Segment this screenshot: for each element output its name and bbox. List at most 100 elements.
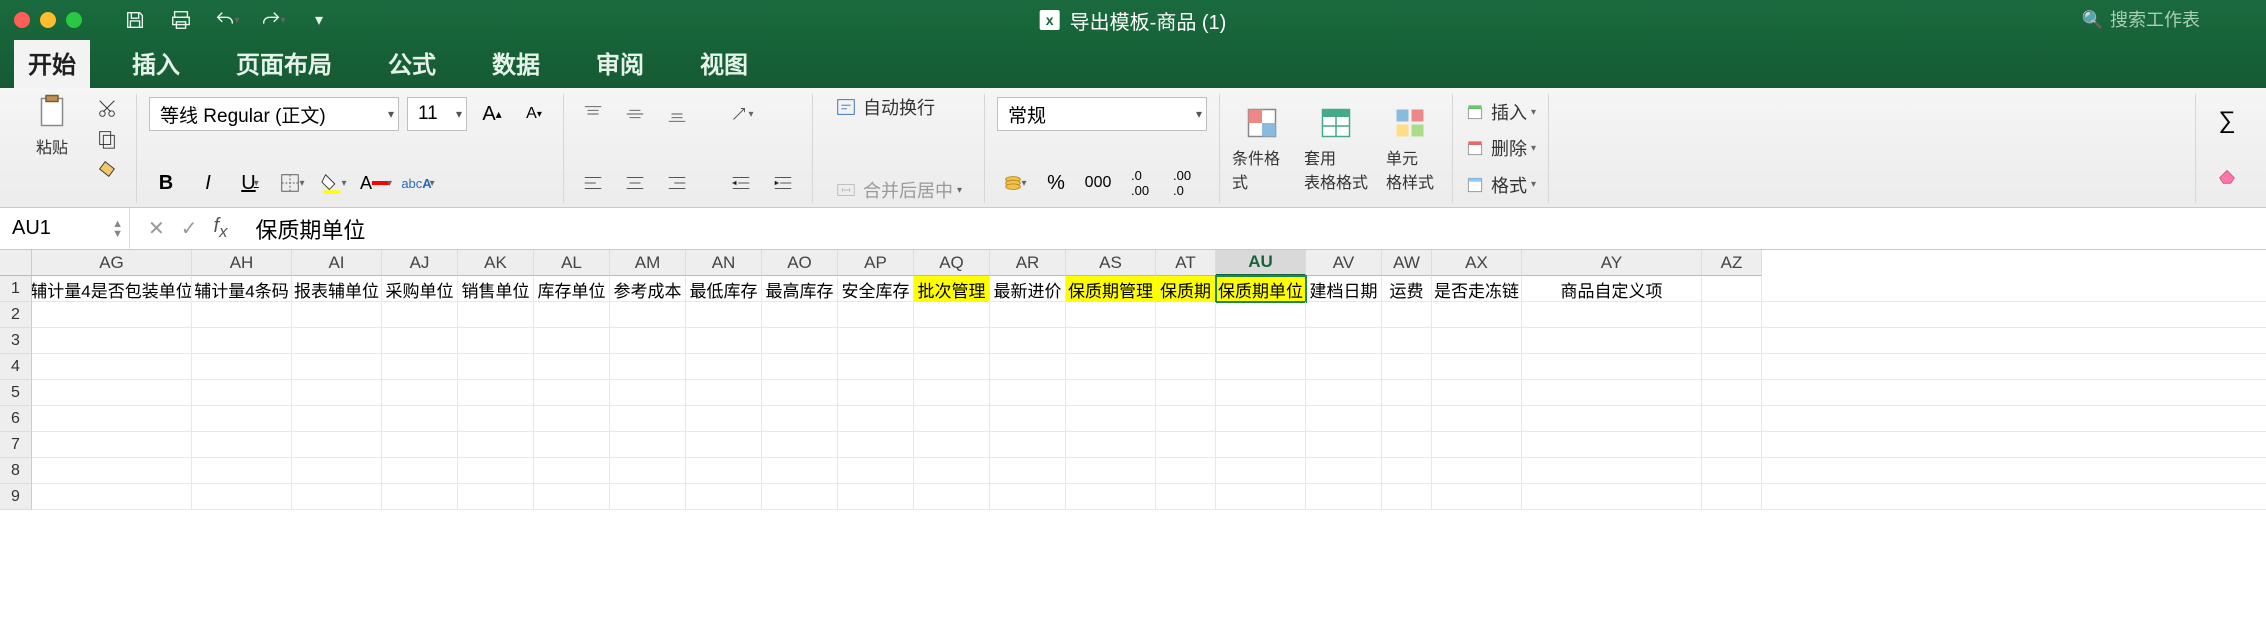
cell-AX1[interactable]: 是否走冻链	[1432, 276, 1522, 302]
column-header-AN[interactable]: AN	[686, 250, 762, 276]
cell-AQ4[interactable]	[914, 354, 990, 380]
font-name-combo[interactable]: 等线 Regular (正文)▾	[149, 97, 399, 131]
column-header-AJ[interactable]: AJ	[382, 250, 458, 276]
cell-AG6[interactable]	[32, 406, 192, 432]
cell-AN1[interactable]: 最低库存	[686, 276, 762, 302]
cell-AR2[interactable]	[990, 302, 1066, 328]
cell-AP8[interactable]	[838, 458, 914, 484]
cell-AY2[interactable]	[1522, 302, 1702, 328]
cell-AG8[interactable]	[32, 458, 192, 484]
cell-AG2[interactable]	[32, 302, 192, 328]
cell-AL1[interactable]: 库存单位	[534, 276, 610, 302]
print-icon[interactable]	[168, 7, 194, 33]
decrease-indent-button[interactable]	[724, 168, 758, 198]
tab-视图[interactable]: 视图	[686, 35, 762, 88]
align-center-button[interactable]	[618, 168, 652, 198]
cell-AW4[interactable]	[1382, 354, 1432, 380]
cell-AR5[interactable]	[990, 380, 1066, 406]
cell-AV8[interactable]	[1306, 458, 1382, 484]
cell-AX3[interactable]	[1432, 328, 1522, 354]
column-header-AZ[interactable]: AZ	[1702, 250, 1762, 276]
cell-AW3[interactable]	[1382, 328, 1432, 354]
zoom-window-button[interactable]	[66, 12, 82, 28]
cell-AQ3[interactable]	[914, 328, 990, 354]
cell-AR7[interactable]	[990, 432, 1066, 458]
cell-AZ5[interactable]	[1702, 380, 1762, 406]
cell-AM4[interactable]	[610, 354, 686, 380]
cell-AO2[interactable]	[762, 302, 838, 328]
merge-center-button[interactable]: 合并后居中▾	[825, 177, 972, 203]
cell-AM2[interactable]	[610, 302, 686, 328]
row-header-9[interactable]: 9	[0, 484, 32, 510]
name-box-stepper[interactable]: ▲▼	[112, 219, 123, 239]
increase-decimal-button[interactable]: .0.00	[1123, 168, 1157, 198]
format-as-table-button[interactable]: 套用 表格格式	[1306, 105, 1366, 193]
cell-AK7[interactable]	[458, 432, 534, 458]
cell-AI5[interactable]	[292, 380, 382, 406]
cell-AU1[interactable]: 保质期单位	[1216, 276, 1306, 302]
cell-AW2[interactable]	[1382, 302, 1432, 328]
cell-AP1[interactable]: 安全库存	[838, 276, 914, 302]
decrease-decimal-button[interactable]: .00.0	[1165, 168, 1199, 198]
cell-AM3[interactable]	[610, 328, 686, 354]
column-header-AH[interactable]: AH	[192, 250, 292, 276]
cell-AP7[interactable]	[838, 432, 914, 458]
cell-AS5[interactable]	[1066, 380, 1156, 406]
cell-AI3[interactable]	[292, 328, 382, 354]
cell-AM8[interactable]	[610, 458, 686, 484]
decrease-font-button[interactable]: A▾	[517, 99, 551, 129]
cell-AQ9[interactable]	[914, 484, 990, 510]
cell-AW9[interactable]	[1382, 484, 1432, 510]
wrap-text-button[interactable]: 自动换行	[825, 94, 972, 120]
cell-AY1[interactable]: 商品自定义项	[1522, 276, 1702, 302]
column-header-AK[interactable]: AK	[458, 250, 534, 276]
cell-AW7[interactable]	[1382, 432, 1432, 458]
cell-AJ9[interactable]	[382, 484, 458, 510]
cell-AV7[interactable]	[1306, 432, 1382, 458]
cell-AU6[interactable]	[1216, 406, 1306, 432]
cell-AL8[interactable]	[534, 458, 610, 484]
cell-AO9[interactable]	[762, 484, 838, 510]
cell-AH8[interactable]	[192, 458, 292, 484]
column-header-AQ[interactable]: AQ	[914, 250, 990, 276]
fill-color-button[interactable]: ▾	[317, 168, 351, 198]
cell-AV4[interactable]	[1306, 354, 1382, 380]
cell-AV2[interactable]	[1306, 302, 1382, 328]
cell-AM1[interactable]: 参考成本	[610, 276, 686, 302]
column-header-AU[interactable]: AU	[1216, 250, 1306, 276]
cell-AG4[interactable]	[32, 354, 192, 380]
copy-button[interactable]	[90, 124, 124, 154]
cell-AP6[interactable]	[838, 406, 914, 432]
cell-AT4[interactable]	[1156, 354, 1216, 380]
cell-AS3[interactable]	[1066, 328, 1156, 354]
cell-AL4[interactable]	[534, 354, 610, 380]
cell-AW8[interactable]	[1382, 458, 1432, 484]
formula-input[interactable]	[245, 216, 2266, 242]
number-format-combo[interactable]: 常规▾	[997, 97, 1207, 131]
column-header-AY[interactable]: AY	[1522, 250, 1702, 276]
row-header-1[interactable]: 1	[0, 276, 32, 302]
cell-AN3[interactable]	[686, 328, 762, 354]
underline-button[interactable]: U▾	[233, 168, 267, 198]
cell-AZ6[interactable]	[1702, 406, 1762, 432]
cell-AN8[interactable]	[686, 458, 762, 484]
cut-button[interactable]	[90, 94, 124, 124]
cancel-formula-button[interactable]: ✕	[148, 216, 165, 241]
cell-AO4[interactable]	[762, 354, 838, 380]
cell-AI6[interactable]	[292, 406, 382, 432]
autosum-button[interactable]: ∑	[2210, 106, 2244, 136]
cell-AV1[interactable]: 建档日期	[1306, 276, 1382, 302]
close-window-button[interactable]	[14, 12, 30, 28]
cell-AU7[interactable]	[1216, 432, 1306, 458]
cell-AV9[interactable]	[1306, 484, 1382, 510]
cell-AP9[interactable]	[838, 484, 914, 510]
cell-AT9[interactable]	[1156, 484, 1216, 510]
cell-styles-button[interactable]: 单元 格样式	[1380, 105, 1440, 193]
cell-AV6[interactable]	[1306, 406, 1382, 432]
cell-AK3[interactable]	[458, 328, 534, 354]
cell-AL6[interactable]	[534, 406, 610, 432]
save-icon[interactable]	[122, 7, 148, 33]
cell-AH4[interactable]	[192, 354, 292, 380]
column-header-AS[interactable]: AS	[1066, 250, 1156, 276]
cell-AU5[interactable]	[1216, 380, 1306, 406]
